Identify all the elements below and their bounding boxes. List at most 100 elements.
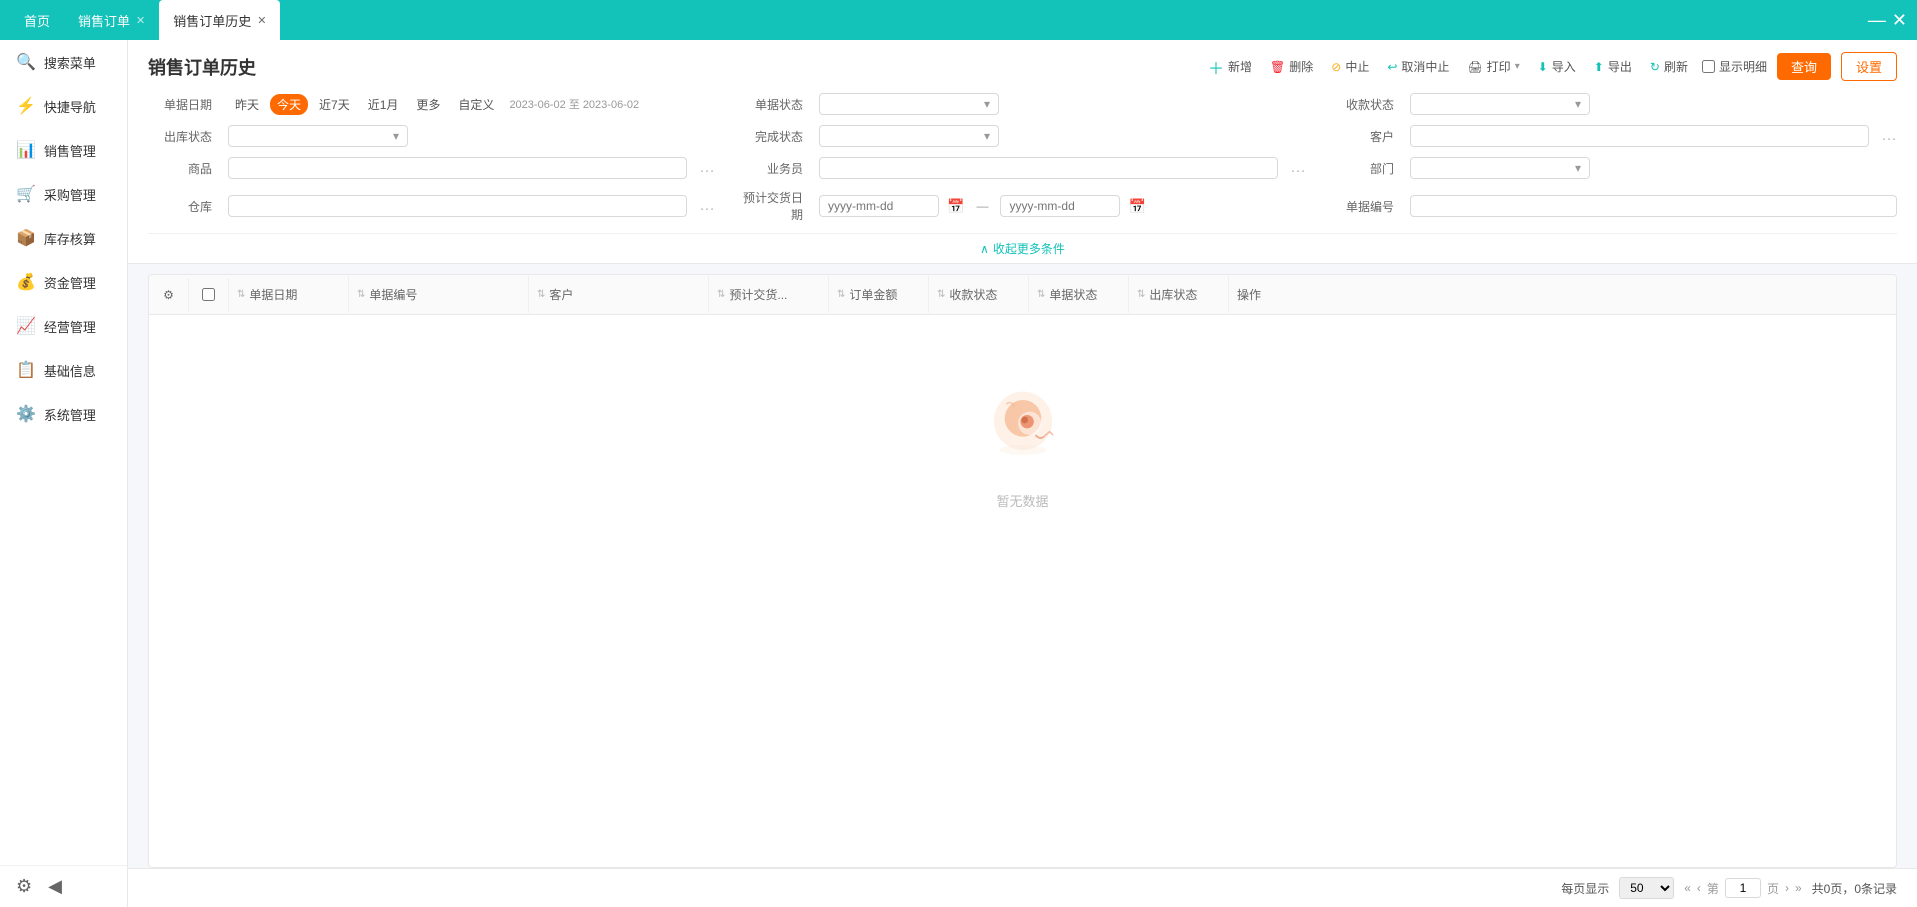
filter-goods-section: 商品 … [148,157,715,179]
delivery-date-from[interactable] [819,195,939,217]
finance-icon: 💰 [16,272,36,292]
department-select[interactable]: ▾ [1410,157,1590,179]
sidebar-item-quicknav[interactable]: ⚡ 快捷导航 [0,84,127,128]
sidebar-item-inventory[interactable]: 📦 库存核算 [0,216,127,260]
top-bar: 首页 销售订单 ✕ 销售订单历史 ✕ — ✕ [0,0,1917,40]
warehouse-dots-icon[interactable]: … [699,197,715,215]
first-page-icon[interactable]: « [1684,881,1691,895]
customer-dots-icon[interactable]: … [1881,127,1897,145]
sort-delivery-icon: ⇅ [717,289,725,300]
print-icon: 🖨 [1467,60,1482,74]
add-button[interactable]: ＋ 新增 [1204,53,1256,81]
th-check[interactable] [189,278,229,311]
complete-status-select[interactable]: ▾ [819,125,999,147]
sidebar-item-finance[interactable]: 💰 资金管理 [0,260,127,304]
filter-bill-no-section: 单据编号 [1330,195,1897,217]
tab-sales-history[interactable]: 销售订单历史 ✕ [159,0,280,40]
column-settings-icon[interactable]: ⚙ [163,288,174,302]
tab-sales-order-close[interactable]: ✕ [136,14,145,27]
sidebar-item-system-label: 系统管理 [44,405,96,424]
show-detail-checkbox[interactable]: 显示明细 [1702,58,1767,75]
pay-status-select[interactable]: ▾ [1410,93,1590,115]
th-customer[interactable]: ⇅ 客户 [529,276,709,313]
collapse-up-icon: ∧ [980,242,989,256]
date-last7[interactable]: 近7天 [312,94,357,115]
out-status-select[interactable]: ▾ [228,125,408,147]
last-page-icon[interactable]: » [1795,881,1802,895]
delivery-date-to[interactable] [1000,195,1120,217]
tab-sales-history-close[interactable]: ✕ [257,14,266,27]
warehouse-input[interactable] [228,195,687,217]
refresh-button[interactable]: ↻ 刷新 [1646,56,1692,77]
salesperson-input[interactable] [819,157,1278,179]
settings-button[interactable]: 设置 [1841,52,1897,81]
filter-complete-status-section: 完成状态 ▾ [739,125,1306,147]
goods-dots-icon[interactable]: … [699,159,715,177]
th-out-status[interactable]: ⇅ 出库状态 [1129,276,1229,313]
delivery-date-from-calendar-icon[interactable]: 📅 [947,198,964,215]
page-input[interactable] [1725,878,1761,898]
date-yesterday[interactable]: 昨天 [228,94,266,115]
bill-status-label: 单据状态 [739,96,811,113]
delete-icon: 🗑 [1270,60,1285,74]
th-bill-label: 单据状态 [1049,286,1097,303]
th-amount[interactable]: ⇅ 订单金额 [829,276,929,313]
import-label: 导入 [1552,58,1576,75]
th-no[interactable]: ⇅ 单据编号 [349,276,529,313]
collapse-bar[interactable]: ∧ 收起更多条件 [148,233,1897,263]
tab-home[interactable]: 首页 [10,0,64,40]
filter-date-section: 单据日期 昨天 今天 近7天 近1月 更多 自定义 2023-06-02 至 2… [148,94,715,115]
per-page-select[interactable]: 50 20 100 [1619,877,1674,899]
warehouse-label: 仓库 [148,198,220,215]
print-button[interactable]: 🖨 打印 ▾ [1463,56,1523,77]
th-pay-label: 收款状态 [949,286,997,303]
filter-customer-section: 客户 … [1330,125,1897,147]
sidebar-item-search[interactable]: 🔍 搜索菜单 [0,40,127,84]
sidebar-item-sales[interactable]: 📊 销售管理 [0,128,127,172]
query-button[interactable]: 查询 [1777,53,1831,80]
import-button[interactable]: ⬇ 导入 [1534,56,1580,77]
cancel-stop-button[interactable]: ↩ 取消中止 [1383,56,1453,77]
th-settings[interactable]: ⚙ [149,278,189,312]
date-btns: 昨天 今天 近7天 近1月 更多 自定义 [228,94,501,115]
sidebar-item-basic[interactable]: 📋 基础信息 [0,348,127,392]
th-date[interactable]: ⇅ 单据日期 [229,276,349,313]
bill-no-input[interactable] [1410,195,1897,217]
sidebar-item-system[interactable]: ⚙️ 系统管理 [0,392,127,436]
goods-label: 商品 [148,160,220,177]
delivery-date-to-calendar-icon[interactable]: 📅 [1128,198,1145,215]
th-pay-status[interactable]: ⇅ 收款状态 [929,276,1029,313]
delete-button[interactable]: 🗑 删除 [1266,56,1317,77]
goods-input[interactable] [228,157,687,179]
minimize-icon[interactable]: — [1868,10,1886,31]
date-more[interactable]: 更多 [409,94,447,115]
sidebar-item-purchase[interactable]: 🛒 采购管理 [0,172,127,216]
date-last1m[interactable]: 近1月 [361,94,406,115]
collapse-label: 收起更多条件 [993,240,1065,257]
tab-sales-order[interactable]: 销售订单 ✕ [64,0,159,40]
close-window-icon[interactable]: ✕ [1892,10,1907,31]
settings-bottom-icon[interactable]: ⚙ [16,876,32,897]
salesperson-dots-icon[interactable]: … [1290,159,1306,177]
page-label-pre: 第 [1707,880,1719,897]
date-today[interactable]: 今天 [270,94,308,115]
export-button[interactable]: ⬆ 导出 [1590,56,1636,77]
sidebar-bottom: ⚙ ◀ [0,865,127,907]
customer-input[interactable] [1410,125,1869,147]
department-label: 部门 [1330,160,1402,177]
main-layout: 🔍 搜索菜单 ⚡ 快捷导航 📊 销售管理 🛒 采购管理 📦 库存核算 💰 资金管… [0,40,1917,907]
collapse-sidebar-icon[interactable]: ◀ [48,876,62,897]
show-detail-input[interactable] [1702,60,1715,73]
th-bill-status[interactable]: ⇅ 单据状态 [1029,276,1129,313]
inventory-icon: 📦 [16,228,36,248]
select-all-checkbox[interactable] [202,288,215,301]
sidebar-item-operation[interactable]: 📈 经营管理 [0,304,127,348]
complete-status-label: 完成状态 [739,128,811,145]
stop-button[interactable]: ⊘ 中止 [1327,56,1373,77]
bill-status-select[interactable]: ▾ [819,93,999,115]
prev-page-icon[interactable]: ‹ [1697,881,1701,895]
th-delivery[interactable]: ⇅ 预计交货... [709,276,829,313]
date-custom[interactable]: 自定义 [451,94,501,115]
next-page-icon[interactable]: › [1785,881,1789,895]
sales-icon: 📊 [16,140,36,160]
